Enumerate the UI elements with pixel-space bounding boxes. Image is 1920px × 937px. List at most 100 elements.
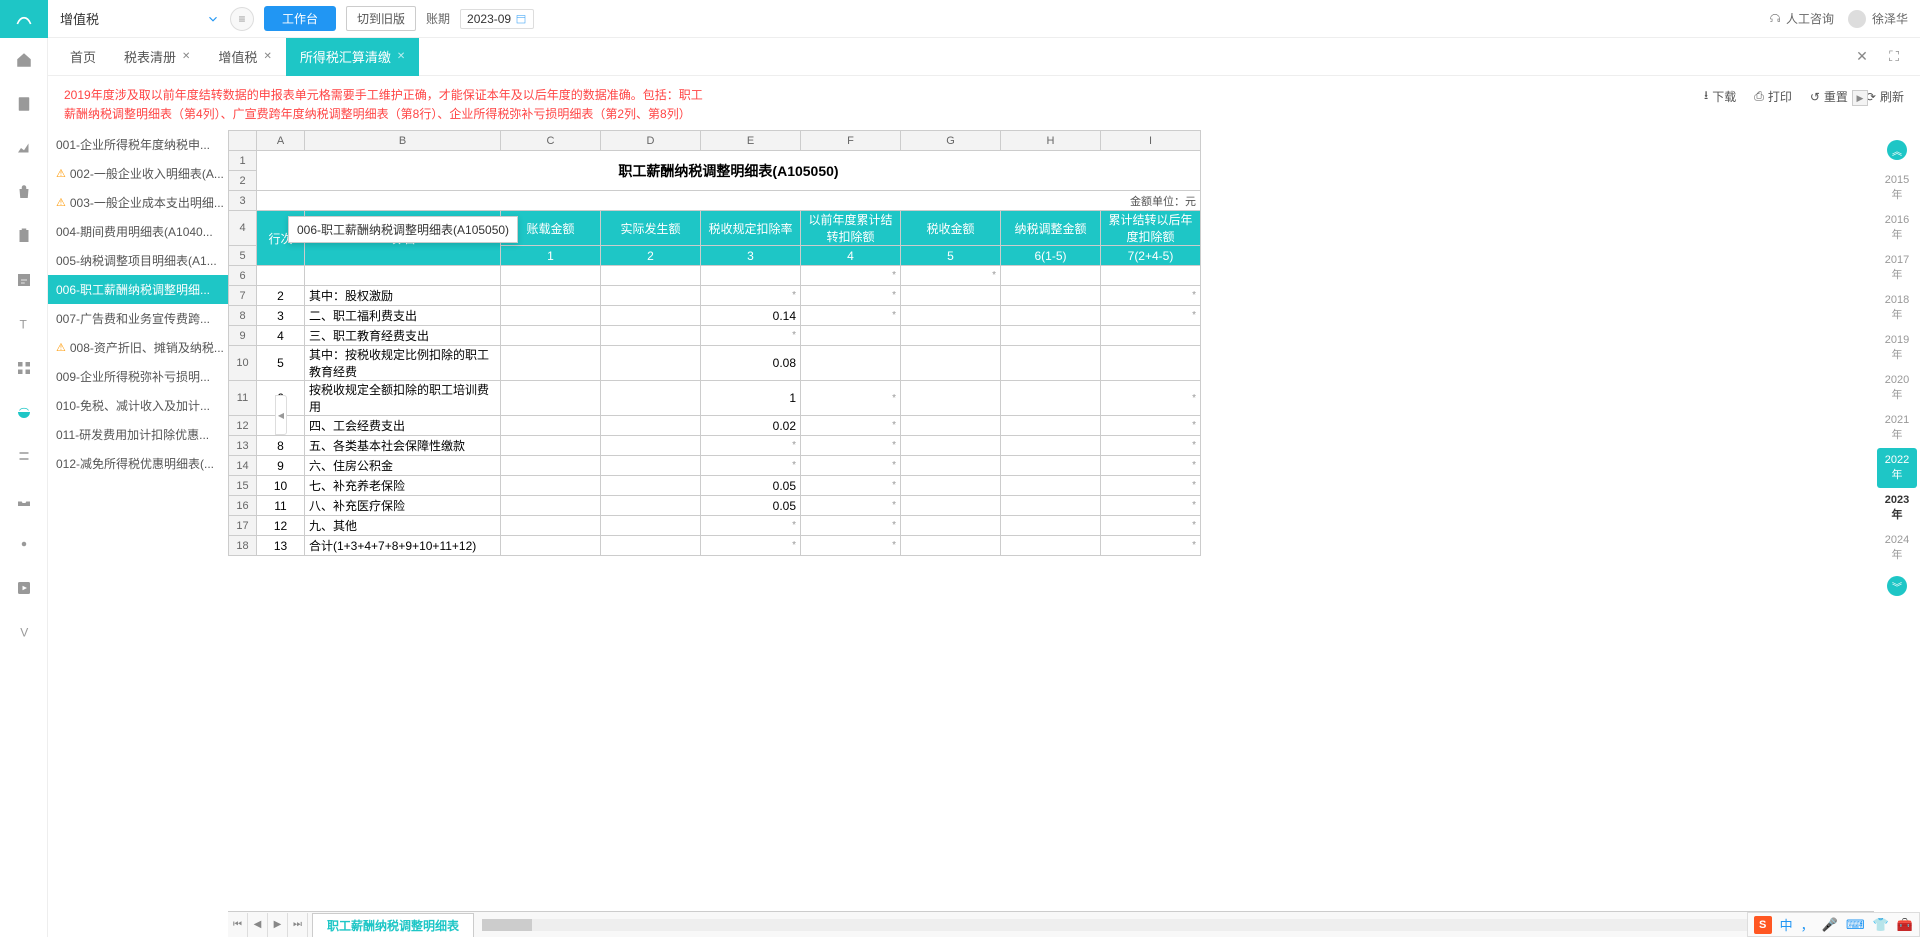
nav-bag-icon[interactable] bbox=[0, 170, 48, 214]
table-row[interactable]: 105其中：按税收规定比例扣除的职工教育经费0.08 bbox=[229, 346, 1201, 381]
table-row[interactable]: 1712九、其他*** bbox=[229, 516, 1201, 536]
tab-close-icon[interactable]: ✕ bbox=[263, 51, 271, 62]
year-item[interactable]: 2015年 bbox=[1877, 168, 1917, 208]
period-picker[interactable]: 2023-09 bbox=[460, 9, 534, 29]
nav-gear-icon[interactable] bbox=[0, 522, 48, 566]
tab-expand-icon[interactable]: ⛶ bbox=[1882, 45, 1906, 69]
category-label: 增值税 bbox=[60, 9, 99, 28]
nav-font-icon[interactable]: T bbox=[0, 302, 48, 346]
svg-text:T: T bbox=[19, 318, 27, 332]
svg-text:V: V bbox=[20, 626, 28, 640]
ime-bar: S 中 ， 🎤 ⌨ 👕 🧰 bbox=[1747, 912, 1920, 937]
tab-1[interactable]: 税表清册✕ bbox=[110, 38, 204, 76]
calendar-icon bbox=[515, 13, 527, 25]
year-item[interactable]: 2017年 bbox=[1877, 248, 1917, 288]
form-item-5[interactable]: 006-职工薪酬纳税调整明细... bbox=[48, 275, 228, 304]
user-menu[interactable]: 徐泽华 bbox=[1848, 10, 1908, 28]
sidebar-collapse-icon[interactable]: ◀ bbox=[275, 395, 287, 435]
table-row[interactable]: 1611八、补充医疗保险0.05** bbox=[229, 496, 1201, 516]
year-item[interactable]: 2023年 bbox=[1877, 488, 1917, 528]
horizontal-scrollbar[interactable] bbox=[482, 919, 1866, 931]
nav-grid-icon[interactable] bbox=[0, 346, 48, 390]
table-row[interactable]: 138五、各类基本社会保障性缴款*** bbox=[229, 436, 1201, 456]
year-down-icon[interactable]: ︾ bbox=[1887, 576, 1907, 596]
ime-punct-icon[interactable]: ， bbox=[1801, 915, 1814, 934]
form-item-3[interactable]: 004-期间费用明细表(A1040... bbox=[48, 217, 228, 246]
year-rail: ︽ 2015年2016年2017年2018年2019年2020年2021年202… bbox=[1874, 130, 1920, 937]
nav-bowl-icon[interactable] bbox=[0, 390, 48, 434]
download-button[interactable]: ⭳下载 bbox=[1704, 86, 1736, 107]
year-up-icon[interactable]: ︽ bbox=[1887, 140, 1907, 160]
tab-close-icon[interactable]: ✕ bbox=[397, 51, 405, 62]
tab-3[interactable]: 所得税汇算清缴✕ bbox=[286, 38, 419, 76]
sheet-next-icon[interactable]: ▶ bbox=[268, 913, 288, 937]
avatar-icon bbox=[1848, 10, 1866, 28]
year-item[interactable]: 2020年 bbox=[1877, 368, 1917, 408]
print-button[interactable]: ⎙打印 bbox=[1754, 86, 1792, 107]
refresh-button[interactable]: ⟳刷新 bbox=[1866, 86, 1904, 107]
form-item-7[interactable]: ⚠008-资产折旧、摊销及纳税... bbox=[48, 333, 228, 362]
sheet-last-icon[interactable]: ⏭ bbox=[288, 913, 308, 937]
support-button[interactable]: 人工咨询 bbox=[1768, 10, 1834, 27]
download-icon: ⭳ bbox=[1704, 86, 1708, 107]
warning-icon: ⚠ bbox=[56, 167, 66, 180]
reset-button[interactable]: ↺重置 bbox=[1810, 86, 1848, 107]
year-item[interactable]: 2021年 bbox=[1877, 408, 1917, 448]
sheet-prev-icon[interactable]: ◀ bbox=[248, 913, 268, 937]
ime-keyboard-icon[interactable]: ⌨ bbox=[1846, 917, 1865, 933]
year-item[interactable]: 2018年 bbox=[1877, 288, 1917, 328]
table-row[interactable]: 1813合计(1+3+4+7+8+9+10+11+12)*** bbox=[229, 536, 1201, 556]
ime-skin-icon[interactable]: 👕 bbox=[1873, 917, 1889, 933]
nav-home-icon[interactable] bbox=[0, 38, 48, 82]
table-row[interactable]: 1510七、补充养老保险0.05** bbox=[229, 476, 1201, 496]
nav-clipboard-icon[interactable] bbox=[0, 214, 48, 258]
form-tooltip: 006-职工薪酬纳税调整明细表(A105050) bbox=[288, 216, 518, 243]
table-row[interactable]: 116按税收规定全额扣除的职工培训费用1** bbox=[229, 381, 1201, 416]
form-item-6[interactable]: 007-广告费和业务宣传费跨... bbox=[48, 304, 228, 333]
nav-v-icon[interactable]: V bbox=[0, 610, 48, 654]
table-row[interactable]: 72其中：股权激励*** bbox=[229, 286, 1201, 306]
form-item-10[interactable]: 011-研发费用加计扣除优惠... bbox=[48, 420, 228, 449]
year-item[interactable]: 2022年 bbox=[1877, 448, 1917, 488]
tab-0[interactable]: 首页 bbox=[56, 38, 110, 76]
nav-chart-icon[interactable] bbox=[0, 126, 48, 170]
form-item-11[interactable]: 012-减免所得税优惠明细表(... bbox=[48, 449, 228, 478]
table-row[interactable]: 83二、职工福利费支出0.14** bbox=[229, 306, 1201, 326]
ime-logo-icon[interactable]: S bbox=[1754, 916, 1772, 934]
table-row[interactable]: 149六、住房公积金*** bbox=[229, 456, 1201, 476]
tab-close-icon[interactable]: ✕ bbox=[182, 51, 190, 62]
sheet-expand-icon[interactable]: ▶ bbox=[1852, 90, 1868, 106]
table-row[interactable]: 94三、职工教育经费支出* bbox=[229, 326, 1201, 346]
sheet-first-icon[interactable]: ⏮ bbox=[228, 913, 248, 937]
year-item[interactable]: 2016年 bbox=[1877, 208, 1917, 248]
nav-report-icon[interactable] bbox=[0, 258, 48, 302]
tab-2[interactable]: 增值税✕ bbox=[204, 38, 285, 76]
app-logo[interactable] bbox=[0, 0, 48, 38]
form-item-2[interactable]: ⚠003-一般企业成本支出明细... bbox=[48, 188, 228, 217]
table-row[interactable]: 6** bbox=[229, 266, 1201, 286]
ime-mic-icon[interactable]: 🎤 bbox=[1822, 917, 1838, 933]
spreadsheet: ABCDEFGHI1职工薪酬纳税调整明细表(A105050)23金额单位：元4行… bbox=[228, 130, 1874, 937]
warning-icon: ⚠ bbox=[56, 196, 66, 209]
year-item[interactable]: 2019年 bbox=[1877, 328, 1917, 368]
category-dropdown[interactable]: 增值税 bbox=[60, 9, 220, 28]
nav-transfer-icon[interactable] bbox=[0, 434, 48, 478]
form-item-4[interactable]: 005-纳税调整项目明细表(A1... bbox=[48, 246, 228, 275]
year-item[interactable]: 2024年 bbox=[1877, 528, 1917, 568]
ime-lang-icon[interactable]: 中 bbox=[1780, 915, 1793, 934]
oldversion-button[interactable]: 切到旧版 bbox=[346, 6, 416, 31]
workspace-button[interactable]: 工作台 bbox=[264, 6, 336, 31]
form-item-9[interactable]: 010-免税、减计收入及加计... bbox=[48, 391, 228, 420]
nav-doc-icon[interactable] bbox=[0, 82, 48, 126]
collapse-round-button[interactable]: ≡ bbox=[230, 7, 254, 31]
table-row[interactable]: 127四、工会经费支出0.02** bbox=[229, 416, 1201, 436]
nav-play-icon[interactable] bbox=[0, 566, 48, 610]
nav-inbox-icon[interactable] bbox=[0, 478, 48, 522]
form-item-8[interactable]: 009-企业所得税弥补亏损明... bbox=[48, 362, 228, 391]
ime-toolbox-icon[interactable]: 🧰 bbox=[1897, 917, 1913, 933]
period-label: 账期 bbox=[426, 10, 450, 27]
form-item-0[interactable]: 001-企业所得税年度纳税申... bbox=[48, 130, 228, 159]
tab-close-all-icon[interactable]: ✕ bbox=[1850, 45, 1874, 69]
form-item-1[interactable]: ⚠002-一般企业收入明细表(A... bbox=[48, 159, 228, 188]
sheet-tab[interactable]: 职工薪酬纳税调整明细表 bbox=[312, 913, 474, 937]
